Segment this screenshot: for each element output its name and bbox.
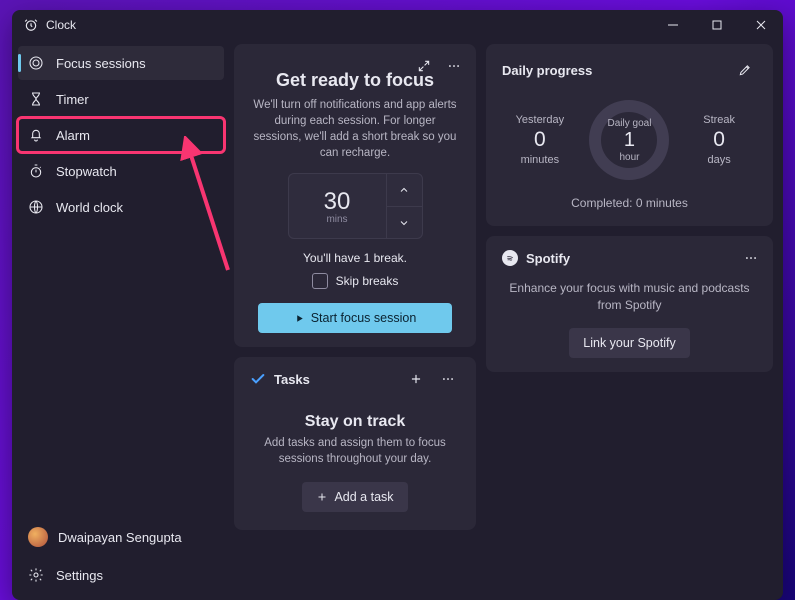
sidebar-item-timer[interactable]: Timer — [18, 82, 224, 116]
spotify-description: Enhance your focus with music and podcas… — [502, 280, 757, 314]
completed-text: Completed: 0 minutes — [502, 196, 757, 210]
sidebar-item-label: Focus sessions — [56, 56, 146, 71]
add-task-button[interactable]: Add a task — [302, 482, 407, 512]
focus-description: We'll turn off notifications and app ale… — [250, 97, 460, 161]
stat-streak: Streak 0 days — [689, 114, 749, 166]
sidebar-item-label: Alarm — [56, 128, 90, 143]
duration-value: 30 — [324, 188, 351, 216]
more-icon[interactable] — [436, 367, 460, 391]
todo-icon — [250, 371, 266, 387]
duration-unit: mins — [326, 214, 347, 225]
window-controls — [651, 10, 783, 40]
stopwatch-icon — [28, 163, 44, 179]
sidebar-item-settings[interactable]: Settings — [18, 558, 224, 592]
add-task-label: Add a task — [334, 490, 393, 504]
main-content: Get ready to focus We'll turn off notifi… — [230, 40, 783, 600]
tasks-card: Tasks Stay on track Add tasks and assign… — [234, 357, 476, 529]
more-icon[interactable] — [442, 54, 466, 78]
tasks-description: Add tasks and assign them to focus sessi… — [250, 435, 460, 467]
plus-icon — [316, 491, 328, 503]
app-icon — [24, 18, 38, 32]
link-spotify-label: Link your Spotify — [583, 336, 675, 350]
user-account[interactable]: Dwaipayan Sengupta — [18, 518, 224, 556]
sidebar-item-focus-sessions[interactable]: Focus sessions — [18, 46, 224, 80]
minimize-button[interactable] — [651, 10, 695, 40]
break-info: You'll have 1 break. — [250, 251, 460, 265]
focus-icon — [28, 55, 44, 71]
sidebar-item-label: Timer — [56, 92, 89, 107]
start-focus-label: Start focus session — [311, 311, 417, 325]
decrease-button[interactable] — [387, 206, 422, 239]
stat-yesterday: Yesterday 0 minutes — [510, 114, 570, 166]
spotify-header: Spotify — [526, 251, 570, 266]
duration-display[interactable]: 30 mins — [289, 174, 386, 238]
tasks-title: Stay on track — [250, 413, 460, 431]
focus-card: Get ready to focus We'll turn off notifi… — [234, 44, 476, 347]
sidebar-item-alarm[interactable]: Alarm — [18, 118, 224, 152]
skip-breaks-label: Skip breaks — [336, 274, 399, 288]
titlebar: Clock — [12, 10, 783, 40]
sidebar-item-label: Stopwatch — [56, 164, 117, 179]
add-task-icon[interactable] — [404, 367, 428, 391]
skip-breaks-checkbox[interactable] — [312, 273, 328, 289]
sidebar-item-world-clock[interactable]: World clock — [18, 190, 224, 224]
expand-icon[interactable] — [412, 54, 436, 78]
maximize-button[interactable] — [695, 10, 739, 40]
edit-icon[interactable] — [733, 58, 757, 82]
close-button[interactable] — [739, 10, 783, 40]
sidebar-item-label: World clock — [56, 200, 123, 215]
sidebar-item-stopwatch[interactable]: Stopwatch — [18, 154, 224, 188]
spotify-icon — [502, 250, 518, 266]
app-window: Clock Focus sessions Timer Alarm — [12, 10, 783, 600]
tasks-header: Tasks — [274, 372, 310, 387]
link-spotify-button[interactable]: Link your Spotify — [569, 328, 689, 358]
gear-icon — [28, 567, 44, 583]
progress-ring: Daily goal 1 hour — [585, 96, 673, 184]
globe-icon — [28, 199, 44, 215]
skip-breaks-row[interactable]: Skip breaks — [250, 273, 460, 289]
start-focus-button[interactable]: Start focus session — [258, 303, 452, 333]
bell-icon — [28, 127, 44, 143]
sidebar: Focus sessions Timer Alarm Stopwatch Wor… — [12, 40, 230, 600]
avatar — [28, 527, 48, 547]
duration-stepper: 30 mins — [288, 173, 423, 239]
app-title: Clock — [46, 18, 76, 32]
progress-header: Daily progress — [502, 63, 592, 78]
sidebar-item-label: Settings — [56, 568, 103, 583]
spotify-card: Spotify Enhance your focus with music an… — [486, 236, 773, 372]
user-name: Dwaipayan Sengupta — [58, 530, 182, 545]
increase-button[interactable] — [387, 174, 422, 206]
daily-progress-card: Daily progress Yesterday 0 minutes Dai — [486, 44, 773, 226]
play-icon — [294, 313, 305, 324]
more-icon[interactable] — [739, 246, 763, 270]
hourglass-icon — [28, 91, 44, 107]
